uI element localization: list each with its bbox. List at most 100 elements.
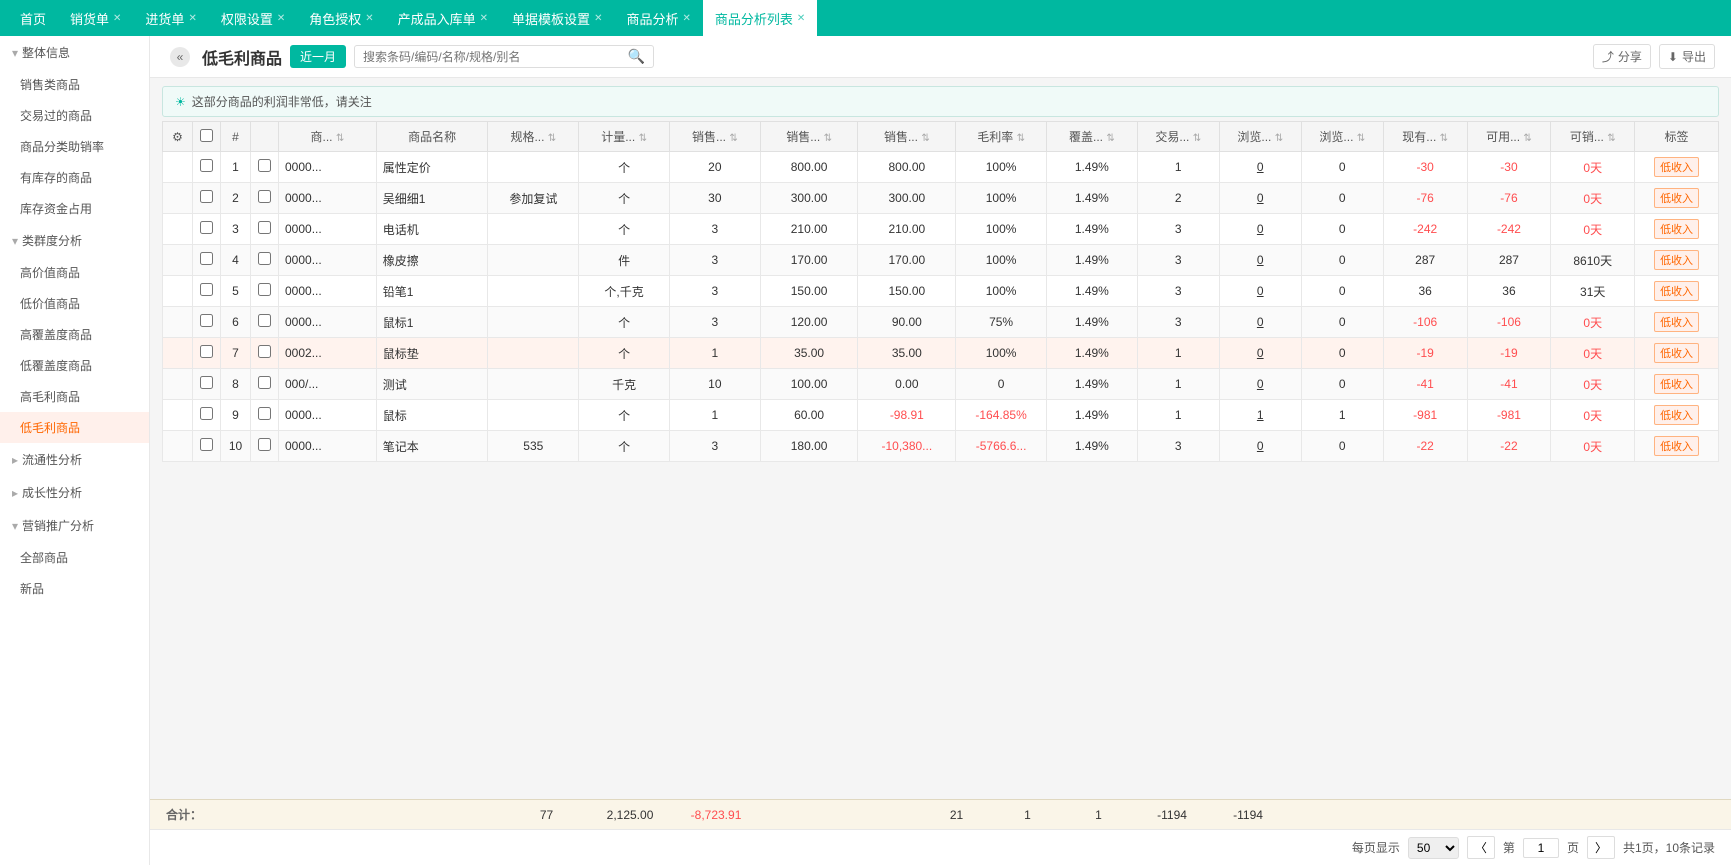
row-checkbox[interactable]: [200, 438, 213, 451]
cell-row-checkbox2[interactable]: [251, 369, 279, 400]
row-checkbox[interactable]: [200, 407, 213, 420]
share-button[interactable]: ⤴ 分享: [1593, 44, 1651, 69]
sidebar-item-high-margin[interactable]: 高毛利商品: [0, 381, 149, 412]
cell-row-checkbox2[interactable]: [251, 245, 279, 276]
nav-item-template-settings[interactable]: 单据模板设置 ✕: [500, 0, 614, 36]
col-trades[interactable]: 交易... ⇅: [1137, 122, 1219, 152]
page-number-input[interactable]: [1523, 838, 1559, 858]
cell-row-checkbox2[interactable]: [251, 400, 279, 431]
col-sales-amount[interactable]: 销售... ⇅: [760, 122, 858, 152]
row-checkbox[interactable]: [200, 283, 213, 296]
sidebar-item-high-value[interactable]: 高价值商品: [0, 257, 149, 288]
nav-item-purchase-order[interactable]: 进货单 ✕: [133, 0, 208, 36]
cell-views1[interactable]: 0: [1219, 152, 1301, 183]
cell-views1[interactable]: 0: [1219, 214, 1301, 245]
sidebar-group-growth[interactable]: ▸ 成长性分析: [0, 476, 149, 509]
select-all-checkbox[interactable]: [200, 129, 213, 142]
cell-checkbox[interactable]: [193, 245, 221, 276]
col-sales-profit[interactable]: 销售... ⇅: [858, 122, 956, 152]
col-unit[interactable]: 计量... ⇅: [579, 122, 670, 152]
nav-close-template-settings[interactable]: ✕: [594, 13, 602, 24]
col-available[interactable]: 可用... ⇅: [1467, 122, 1551, 152]
nav-close-product-analysis-list[interactable]: ✕: [797, 13, 805, 24]
row-checkbox[interactable]: [200, 159, 213, 172]
nav-item-role-auth[interactable]: 角色授权 ✕: [297, 0, 385, 36]
filter-recent-month-btn[interactable]: 近一月: [290, 45, 346, 68]
cell-checkbox[interactable]: [193, 369, 221, 400]
nav-close-sales-order[interactable]: ✕: [113, 13, 121, 24]
sidebar-item-all-goods[interactable]: 全部商品: [0, 542, 149, 573]
sidebar-item-new-goods[interactable]: 新品: [0, 573, 149, 604]
col-gross-margin[interactable]: 毛利率 ⇅: [956, 122, 1047, 152]
cell-checkbox[interactable]: [193, 276, 221, 307]
col-views2[interactable]: 浏览... ⇅: [1301, 122, 1383, 152]
cell-views1[interactable]: 1: [1219, 400, 1301, 431]
search-icon[interactable]: 🔍: [628, 48, 645, 65]
nav-item-product-analysis[interactable]: 商品分析 ✕: [614, 0, 702, 36]
cell-row-checkbox2[interactable]: [251, 338, 279, 369]
nav-close-product-analysis[interactable]: ✕: [682, 13, 690, 24]
row-checkbox2[interactable]: [258, 345, 271, 358]
row-checkbox2[interactable]: [258, 407, 271, 420]
nav-close-product-warehousing[interactable]: ✕: [480, 13, 488, 24]
cell-views1[interactable]: 0: [1219, 369, 1301, 400]
prev-page-btn[interactable]: 〈: [1467, 836, 1495, 859]
export-button[interactable]: ⬇ 导出: [1659, 44, 1715, 69]
row-checkbox2[interactable]: [258, 252, 271, 265]
nav-close-role-auth[interactable]: ✕: [365, 13, 373, 24]
col-sales-qty[interactable]: 销售... ⇅: [669, 122, 760, 152]
sidebar-group-cluster[interactable]: ▾ 类群度分析: [0, 224, 149, 257]
sidebar-item-low-coverage[interactable]: 低覆盖度商品: [0, 350, 149, 381]
nav-item-sales-order[interactable]: 销货单 ✕: [58, 0, 133, 36]
col-name[interactable]: 商品名称: [376, 122, 488, 152]
row-checkbox[interactable]: [200, 190, 213, 203]
search-input[interactable]: [363, 50, 628, 64]
nav-item-product-warehousing[interactable]: 产成品入库单 ✕: [386, 0, 500, 36]
col-settings[interactable]: ⚙: [163, 122, 193, 152]
sidebar-item-low-margin[interactable]: 低毛利商品: [0, 412, 149, 443]
cell-checkbox[interactable]: [193, 338, 221, 369]
row-checkbox2[interactable]: [258, 190, 271, 203]
cell-row-checkbox2[interactable]: [251, 276, 279, 307]
sidebar-item-category-rate[interactable]: 商品分类助销率: [0, 131, 149, 162]
cell-views1[interactable]: 0: [1219, 431, 1301, 462]
sidebar-item-high-coverage[interactable]: 高覆盖度商品: [0, 319, 149, 350]
row-checkbox2[interactable]: [258, 438, 271, 451]
cell-views1[interactable]: 0: [1219, 183, 1301, 214]
col-coverage[interactable]: 覆盖... ⇅: [1046, 122, 1137, 152]
row-checkbox2[interactable]: [258, 314, 271, 327]
cell-row-checkbox2[interactable]: [251, 431, 279, 462]
cell-checkbox[interactable]: [193, 400, 221, 431]
nav-item-home[interactable]: 首页: [8, 0, 58, 36]
row-checkbox[interactable]: [200, 376, 213, 389]
col-code[interactable]: 商... ⇅: [279, 122, 377, 152]
cell-views1[interactable]: 0: [1219, 245, 1301, 276]
next-page-btn[interactable]: 〉: [1587, 836, 1615, 859]
nav-close-permissions[interactable]: ✕: [277, 13, 285, 24]
cell-checkbox[interactable]: [193, 307, 221, 338]
cell-row-checkbox2[interactable]: [251, 152, 279, 183]
row-checkbox[interactable]: [200, 314, 213, 327]
cell-views1[interactable]: 0: [1219, 276, 1301, 307]
nav-item-product-analysis-list[interactable]: 商品分析列表 ✕: [703, 0, 817, 36]
row-checkbox2[interactable]: [258, 283, 271, 296]
sidebar-toggle-btn[interactable]: «: [170, 47, 190, 67]
row-checkbox2[interactable]: [258, 221, 271, 234]
sidebar-group-overall[interactable]: ▾ 整体信息: [0, 36, 149, 69]
sidebar-item-inventory-capital[interactable]: 库存资金占用: [0, 193, 149, 224]
cell-row-checkbox2[interactable]: [251, 307, 279, 338]
row-checkbox[interactable]: [200, 252, 213, 265]
sidebar-item-traded-goods[interactable]: 交易过的商品: [0, 100, 149, 131]
sidebar-item-inventory-goods[interactable]: 有库存的商品: [0, 162, 149, 193]
row-checkbox[interactable]: [200, 345, 213, 358]
cell-views1[interactable]: 0: [1219, 338, 1301, 369]
cell-checkbox[interactable]: [193, 183, 221, 214]
cell-checkbox[interactable]: [193, 152, 221, 183]
sidebar-group-marketing[interactable]: ▾ 营销推广分析: [0, 509, 149, 542]
row-checkbox[interactable]: [200, 221, 213, 234]
per-page-select[interactable]: 50 20 100: [1408, 837, 1459, 859]
nav-close-purchase-order[interactable]: ✕: [188, 13, 196, 24]
col-sellable[interactable]: 可销... ⇅: [1551, 122, 1635, 152]
col-stock[interactable]: 现有... ⇅: [1383, 122, 1467, 152]
sidebar-item-low-value[interactable]: 低价值商品: [0, 288, 149, 319]
